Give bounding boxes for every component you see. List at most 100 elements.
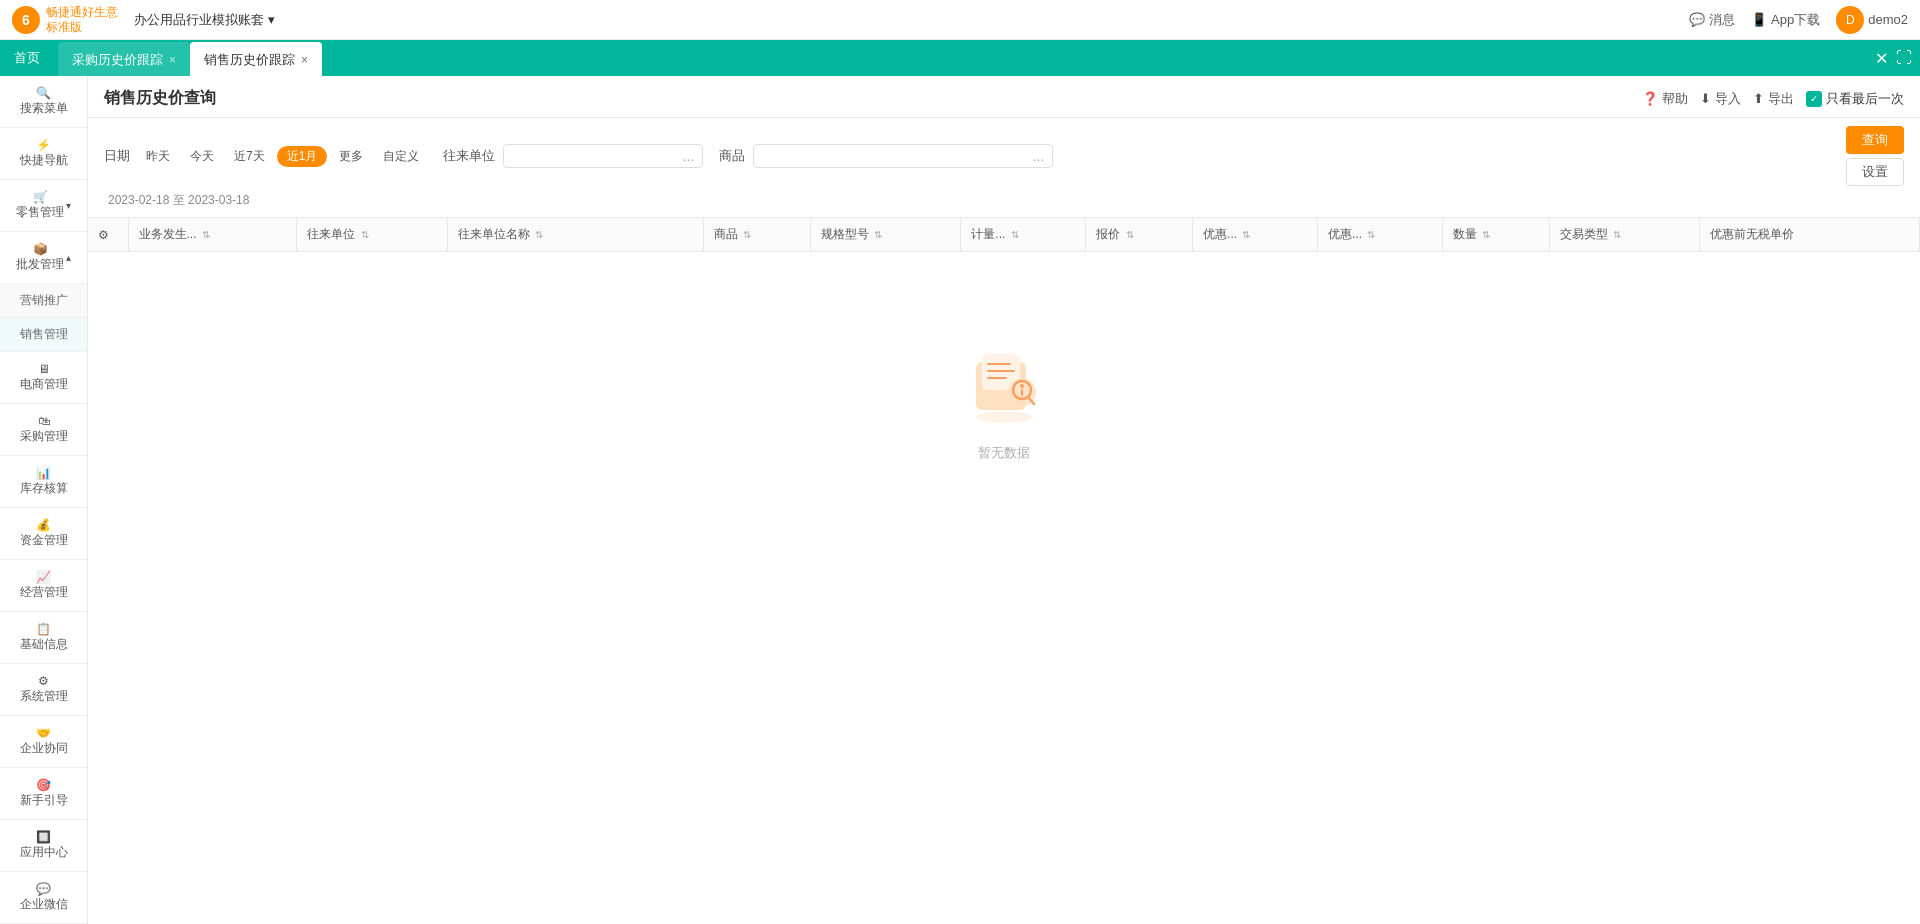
sidebar-item-search-menu[interactable]: 🔍 搜索菜单 — [0, 76, 87, 128]
sort-icon-qty: ⇅ — [1482, 229, 1490, 240]
date-label: 日期 — [104, 147, 130, 165]
avatar: D — [1836, 6, 1864, 34]
tab-bar-right-controls: ✕ ⛶ — [1875, 49, 1920, 68]
new-guide-icon: 🎯 — [4, 778, 83, 792]
tab-sales-history[interactable]: 销售历史价跟踪 × — [190, 42, 322, 78]
main-layout: 🔍 搜索菜单 ⚡ 快捷导航 🛒 零售管理 ▾ 📦 批发管理 ▴ 营销推广 — [0, 76, 1920, 924]
th-spec[interactable]: 规格型号 ⇅ — [810, 218, 961, 252]
enterprise-wechat-icon: 💬 — [4, 882, 83, 896]
sidebar-item-app-center[interactable]: 🔲 应用中心 — [0, 820, 87, 872]
system-icon: ⚙ — [4, 674, 83, 688]
sidebar-item-new-guide[interactable]: 🎯 新手引导 — [0, 768, 87, 820]
filter-row-1: 日期 昨天 今天 近7天 近1月 更多 自定义 往来单位 ... — [104, 126, 1904, 186]
sidebar-item-sales-mgmt[interactable]: 销售管理 — [0, 318, 87, 352]
gear-icon[interactable]: ⚙ — [98, 228, 109, 242]
sidebar-item-enterprise-collab[interactable]: 🤝 企业协同 — [0, 716, 87, 768]
sidebar: 🔍 搜索菜单 ⚡ 快捷导航 🛒 零售管理 ▾ 📦 批发管理 ▴ 营销推广 — [0, 76, 88, 924]
sidebar-item-finance[interactable]: 💰 资金管理 — [0, 508, 87, 560]
close-tab-purchase[interactable]: × — [169, 53, 176, 67]
svg-point-0 — [976, 411, 1032, 423]
sort-icon-discount2: ⇅ — [1367, 229, 1375, 240]
tab-bar: 首页 采购历史价跟踪 × 销售历史价跟踪 × ✕ ⛶ — [0, 40, 1920, 76]
th-gear[interactable]: ⚙ — [88, 218, 128, 252]
partner-filter: 往来单位 ... — [443, 144, 703, 168]
sidebar-item-ecommerce[interactable]: 🖥 电商管理 — [0, 352, 87, 404]
date-tab-yesterday[interactable]: 昨天 — [138, 146, 178, 167]
maximize-btn[interactable]: ⛶ — [1896, 49, 1912, 67]
goods-label: 商品 — [719, 147, 745, 165]
goods-input[interactable]: ... — [753, 144, 1053, 168]
sidebar-item-marketing[interactable]: 营销推广 — [0, 284, 87, 318]
tab-home[interactable]: 首页 — [0, 40, 54, 76]
sidebar-item-wholesale-mgmt[interactable]: 📦 批发管理 ▴ — [0, 232, 87, 284]
app-selector[interactable]: 办公用品行业模拟账套 ▾ — [126, 7, 283, 33]
settings-button[interactable]: 设置 — [1846, 158, 1904, 186]
query-button[interactable]: 查询 — [1846, 126, 1904, 154]
sidebar-item-basic-info[interactable]: 📋 基础信息 — [0, 612, 87, 664]
export-btn[interactable]: ⬆ 导出 — [1753, 90, 1794, 108]
sidebar-item-quick-nav[interactable]: ⚡ 快捷导航 — [0, 128, 87, 180]
date-tab-today[interactable]: 今天 — [182, 146, 222, 167]
sort-icon-spec: ⇅ — [874, 229, 882, 240]
th-partner-code[interactable]: 往来单位 ⇅ — [297, 218, 448, 252]
date-tab-7days[interactable]: 近7天 — [226, 146, 273, 167]
sort-icon-biz-date: ⇅ — [202, 229, 210, 240]
th-discount1[interactable]: 优惠... ⇅ — [1193, 218, 1318, 252]
wholesale-submenu: 营销推广 销售管理 — [0, 284, 87, 352]
only-last-checkbox[interactable]: ✓ 只看最后一次 — [1806, 90, 1904, 108]
content-area: 销售历史价查询 ❓ 帮助 ⬇ 导入 ⬆ 导出 ✓ 只看最后一次 — [88, 76, 1920, 924]
checkbox-checked-icon: ✓ — [1806, 91, 1822, 107]
close-all-tabs-btn[interactable]: ✕ — [1875, 49, 1888, 68]
partner-input-dots: ... — [683, 148, 695, 164]
th-discount2[interactable]: 优惠... ⇅ — [1318, 218, 1443, 252]
th-biz-date[interactable]: 业务发生... ⇅ — [128, 218, 297, 252]
sidebar-item-inventory[interactable]: 📊 库存核算 — [0, 456, 87, 508]
sort-icon-partner-name: ⇅ — [535, 229, 543, 240]
quick-nav-icon: ⚡ — [4, 138, 83, 152]
page-title: 销售历史价查询 — [104, 88, 216, 109]
th-quote[interactable]: 报价 ⇅ — [1086, 218, 1193, 252]
app-download-btn[interactable]: 📱 App下载 — [1751, 11, 1820, 29]
empty-icon — [954, 332, 1054, 432]
date-tab-more[interactable]: 更多 — [331, 146, 371, 167]
sort-icon-trade-type: ⇅ — [1613, 229, 1621, 240]
date-tab-1month[interactable]: 近1月 — [277, 146, 328, 167]
sort-icon-discount1: ⇅ — [1242, 229, 1250, 240]
partner-input[interactable]: ... — [503, 144, 703, 168]
sidebar-item-retail-mgmt[interactable]: 🛒 零售管理 ▾ — [0, 180, 87, 232]
th-goods[interactable]: 商品 ⇅ — [704, 218, 811, 252]
th-pretax-price[interactable]: 优惠前无税单价 — [1700, 218, 1920, 252]
sidebar-item-purchase[interactable]: 🛍 采购管理 — [0, 404, 87, 456]
import-btn[interactable]: ⬇ 导入 — [1700, 90, 1741, 108]
th-qty[interactable]: 数量 ⇅ — [1443, 218, 1550, 252]
purchase-icon: 🛍 — [4, 414, 83, 428]
goods-input-dots: ... — [1033, 148, 1045, 164]
close-tab-sales[interactable]: × — [301, 53, 308, 67]
import-icon: ⬇ — [1700, 91, 1711, 106]
top-bar-left: 6 畅捷通好生意 标准版 办公用品行业模拟账套 ▾ — [12, 5, 283, 34]
top-bar: 6 畅捷通好生意 标准版 办公用品行业模拟账套 ▾ 💬 消息 📱 App下载 D… — [0, 0, 1920, 40]
help-btn[interactable]: ❓ 帮助 — [1642, 90, 1688, 108]
sidebar-item-enterprise-wechat[interactable]: 💬 企业微信 — [0, 872, 87, 924]
message-btn[interactable]: 💬 消息 — [1689, 11, 1735, 29]
date-filter: 日期 昨天 今天 近7天 近1月 更多 自定义 — [104, 146, 427, 167]
search-menu-icon: 🔍 — [4, 86, 83, 100]
table-header-row: ⚙ 业务发生... ⇅ 往来单位 ⇅ 往来单位名称 ⇅ — [88, 218, 1920, 252]
date-range-display: 2023-02-18 至 2023-03-18 — [108, 192, 249, 209]
th-partner-name[interactable]: 往来单位名称 ⇅ — [448, 218, 704, 252]
date-tab-custom[interactable]: 自定义 — [375, 146, 427, 167]
page-header-actions: ❓ 帮助 ⬇ 导入 ⬆ 导出 ✓ 只看最后一次 — [1642, 90, 1904, 108]
sort-icon-goods: ⇅ — [743, 229, 751, 240]
app-center-icon: 🔲 — [4, 830, 83, 844]
enterprise-collab-icon: 🤝 — [4, 726, 83, 740]
ecommerce-icon: 🖥 — [4, 362, 83, 376]
top-bar-right: 💬 消息 📱 App下载 D demo2 — [1689, 6, 1908, 34]
sidebar-item-operation[interactable]: 📈 经营管理 — [0, 560, 87, 612]
user-menu[interactable]: D demo2 — [1836, 6, 1908, 34]
basic-info-icon: 📋 — [4, 622, 83, 636]
th-trade-type[interactable]: 交易类型 ⇅ — [1549, 218, 1700, 252]
chevron-down-icon-retail: ▾ — [66, 200, 71, 211]
th-unit[interactable]: 计量... ⇅ — [961, 218, 1086, 252]
tab-purchase-history[interactable]: 采购历史价跟踪 × — [58, 42, 190, 78]
sidebar-item-system[interactable]: ⚙ 系统管理 — [0, 664, 87, 716]
